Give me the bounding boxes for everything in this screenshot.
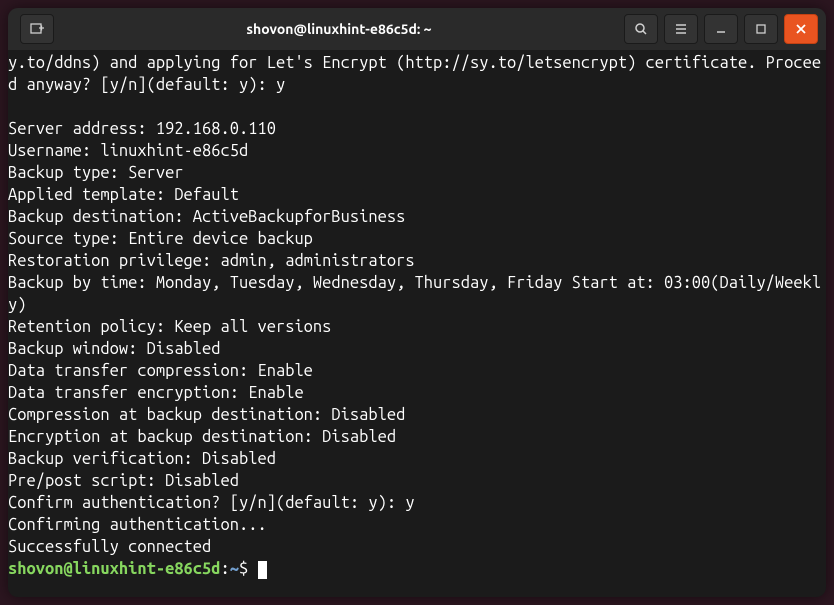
terminal-output-line: Applied template: Default [8, 186, 239, 204]
search-icon [634, 22, 648, 36]
minimize-button[interactable] [704, 14, 738, 44]
maximize-button[interactable] [744, 14, 778, 44]
terminal-output-line: Confirming authentication... [8, 516, 267, 534]
terminal-output-line: Pre/post script: Disabled [8, 472, 239, 490]
close-button[interactable] [784, 14, 818, 44]
terminal-output-line: Username: linuxhint-e86c5d [8, 142, 248, 160]
titlebar-controls [624, 14, 818, 44]
terminal-output-line: Backup type: Server [8, 164, 184, 182]
menu-button[interactable] [664, 14, 698, 44]
terminal-output-line: Data transfer compression: Enable [8, 362, 313, 380]
prompt-colon: : [221, 560, 230, 578]
maximize-icon [755, 23, 767, 35]
prompt-path: ~ [230, 560, 239, 578]
terminal-output-line: Source type: Entire device backup [8, 230, 313, 248]
prompt-user-host: shovon@linuxhint-e86c5d [8, 560, 221, 578]
terminal-output-line: Restoration privilege: admin, administra… [8, 252, 415, 270]
minimize-icon [715, 23, 727, 35]
cursor [258, 561, 267, 579]
prompt-dollar: $ [239, 560, 248, 578]
terminal-output-line: Backup window: Disabled [8, 340, 221, 358]
terminal-body[interactable]: y.to/ddns) and applying for Let's Encryp… [8, 50, 826, 597]
terminal-output-line: Compression at backup destination: Disab… [8, 406, 405, 424]
terminal-output-line: y.to/ddns) and applying for Let's Encryp… [8, 54, 821, 94]
terminal-output-line: Backup by time: Monday, Tuesday, Wednesd… [8, 274, 821, 314]
terminal-output-line: Backup destination: ActiveBackupforBusin… [8, 208, 405, 226]
titlebar: shovon@linuxhint-e86c5d: ~ [8, 8, 826, 50]
terminal-output-line: Server address: 192.168.0.110 [8, 120, 276, 138]
new-tab-button[interactable] [20, 14, 54, 44]
close-icon [795, 23, 807, 35]
terminal-output-line: Retention policy: Keep all versions [8, 318, 331, 336]
terminal-output-line: Encryption at backup destination: Disabl… [8, 428, 396, 446]
terminal-output-line: Backup verification: Disabled [8, 450, 276, 468]
new-tab-icon [29, 21, 45, 37]
terminal-output-line: Data transfer encryption: Enable [8, 384, 304, 402]
hamburger-icon [674, 22, 688, 36]
terminal-output-line: Confirm authentication? [y/n](default: y… [8, 494, 415, 512]
window-title: shovon@linuxhint-e86c5d: ~ [58, 21, 620, 37]
terminal-window: shovon@linuxhint-e86c5d: ~ [8, 8, 826, 597]
search-button[interactable] [624, 14, 658, 44]
terminal-output-line: Successfully connected [8, 538, 211, 556]
